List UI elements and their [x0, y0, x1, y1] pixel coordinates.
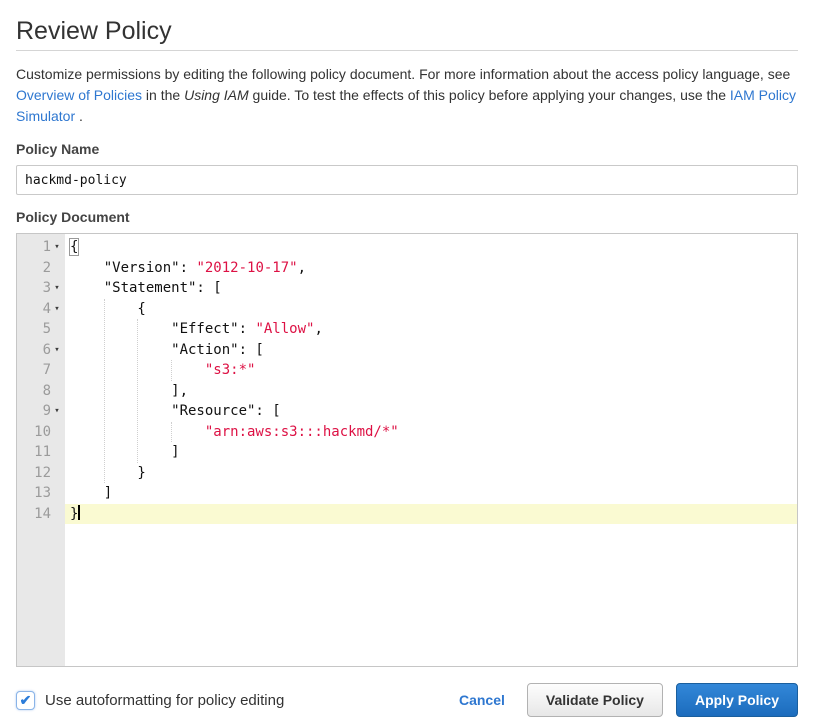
code-line-11[interactable]: ] — [65, 442, 797, 463]
json-token: , — [298, 260, 306, 276]
json-token: ], — [70, 383, 188, 399]
json-token: } — [70, 465, 146, 481]
gutter-line-8: 8 — [17, 381, 65, 402]
code-line-1[interactable]: { — [65, 237, 797, 258]
line-number: 13 — [34, 483, 51, 504]
code-line-5[interactable]: "Effect": "Allow", — [65, 319, 797, 340]
autoformat-option[interactable]: ✔ Use autoformatting for policy editing — [16, 691, 284, 710]
line-number: 5 — [43, 319, 51, 340]
line-number: 2 — [43, 258, 51, 279]
gutter-line-9: 9▾ — [17, 401, 65, 422]
json-string-token: "Allow" — [255, 321, 314, 337]
gutter-line-7: 7 — [17, 360, 65, 381]
footer-bar: ✔ Use autoformatting for policy editing … — [16, 683, 798, 717]
json-string-token: "2012-10-17" — [196, 260, 297, 276]
policy-name-input[interactable] — [16, 165, 798, 195]
line-number: 11 — [34, 442, 51, 463]
fold-arrow-icon[interactable]: ▾ — [51, 278, 63, 299]
using-iam-guide-name: Using IAM — [184, 87, 249, 103]
fold-arrow-icon[interactable]: ▾ — [51, 299, 63, 320]
gutter-line-2: 2 — [17, 258, 65, 279]
json-token: "Version": — [70, 260, 196, 276]
policy-document-label: Policy Document — [16, 209, 798, 225]
validate-policy-button[interactable]: Validate Policy — [527, 683, 663, 717]
json-token: "Resource": [ — [70, 403, 281, 419]
code-line-14[interactable]: } — [65, 504, 797, 525]
action-buttons: Cancel Validate Policy Apply Policy — [459, 683, 798, 717]
policy-name-label: Policy Name — [16, 141, 798, 157]
gutter-line-11: 11 — [17, 442, 65, 463]
editor-code-area[interactable]: { "Version": "2012-10-17", "Statement": … — [65, 234, 797, 666]
gutter-line-5: 5 — [17, 319, 65, 340]
title-divider — [16, 50, 798, 51]
gutter-line-6: 6▾ — [17, 340, 65, 361]
json-token: ] — [70, 444, 180, 460]
gutter-line-10: 10 — [17, 422, 65, 443]
autoformat-label: Use autoformatting for policy editing — [45, 692, 284, 709]
json-token — [70, 424, 205, 440]
gutter-line-3: 3▾ — [17, 278, 65, 299]
json-token: { — [70, 301, 146, 317]
json-token: } — [70, 506, 78, 522]
line-number: 4 — [43, 299, 51, 320]
gutter-line-13: 13 — [17, 483, 65, 504]
gutter-line-1: 1▾ — [17, 237, 65, 258]
line-number: 7 — [43, 360, 51, 381]
autoformat-checkbox[interactable]: ✔ — [16, 691, 35, 710]
line-number: 14 — [34, 504, 51, 525]
code-line-7[interactable]: "s3:*" — [65, 360, 797, 381]
line-number: 3 — [43, 278, 51, 299]
json-token: , — [314, 321, 322, 337]
json-string-token: "arn:aws:s3:::hackmd/*" — [205, 424, 399, 440]
json-string-token: "s3:*" — [205, 362, 256, 378]
page-title: Review Policy — [16, 16, 798, 46]
gutter-line-12: 12 — [17, 463, 65, 484]
policy-document-editor[interactable]: 1▾23▾4▾56▾789▾1011121314 { "Version": "2… — [16, 233, 798, 667]
json-token — [70, 362, 205, 378]
checkmark-icon: ✔ — [20, 693, 32, 707]
json-token: "Effect": — [70, 321, 255, 337]
json-token: ] — [70, 485, 112, 501]
fold-arrow-icon[interactable]: ▾ — [51, 237, 63, 258]
fold-arrow-icon[interactable]: ▾ — [51, 340, 63, 361]
code-line-3[interactable]: "Statement": [ — [65, 278, 797, 299]
line-number: 9 — [43, 401, 51, 422]
review-policy-page: Review Policy Customize permissions by e… — [0, 0, 814, 727]
code-line-12[interactable]: } — [65, 463, 797, 484]
code-line-8[interactable]: ], — [65, 381, 797, 402]
code-line-4[interactable]: { — [65, 299, 797, 320]
gutter-line-14: 14 — [17, 504, 65, 525]
matched-bracket: { — [70, 239, 78, 255]
code-line-13[interactable]: ] — [65, 483, 797, 504]
code-line-6[interactable]: "Action": [ — [65, 340, 797, 361]
line-number: 12 — [34, 463, 51, 484]
intro-paragraph: Customize permissions by editing the fol… — [16, 64, 798, 127]
gutter-line-4: 4▾ — [17, 299, 65, 320]
fold-arrow-icon[interactable]: ▾ — [51, 401, 63, 422]
json-token: "Statement": [ — [70, 280, 222, 296]
editor-gutter: 1▾23▾4▾56▾789▾1011121314 — [17, 234, 65, 666]
text-cursor — [78, 505, 80, 520]
line-number: 10 — [34, 422, 51, 443]
json-token: "Action": [ — [70, 342, 264, 358]
code-line-9[interactable]: "Resource": [ — [65, 401, 797, 422]
code-line-10[interactable]: "arn:aws:s3:::hackmd/*" — [65, 422, 797, 443]
line-number: 8 — [43, 381, 51, 402]
cancel-link[interactable]: Cancel — [459, 692, 505, 708]
apply-policy-button[interactable]: Apply Policy — [676, 683, 798, 717]
line-number: 6 — [43, 340, 51, 361]
line-number: 1 — [43, 237, 51, 258]
code-line-2[interactable]: "Version": "2012-10-17", — [65, 258, 797, 279]
overview-of-policies-link[interactable]: Overview of Policies — [16, 87, 142, 103]
